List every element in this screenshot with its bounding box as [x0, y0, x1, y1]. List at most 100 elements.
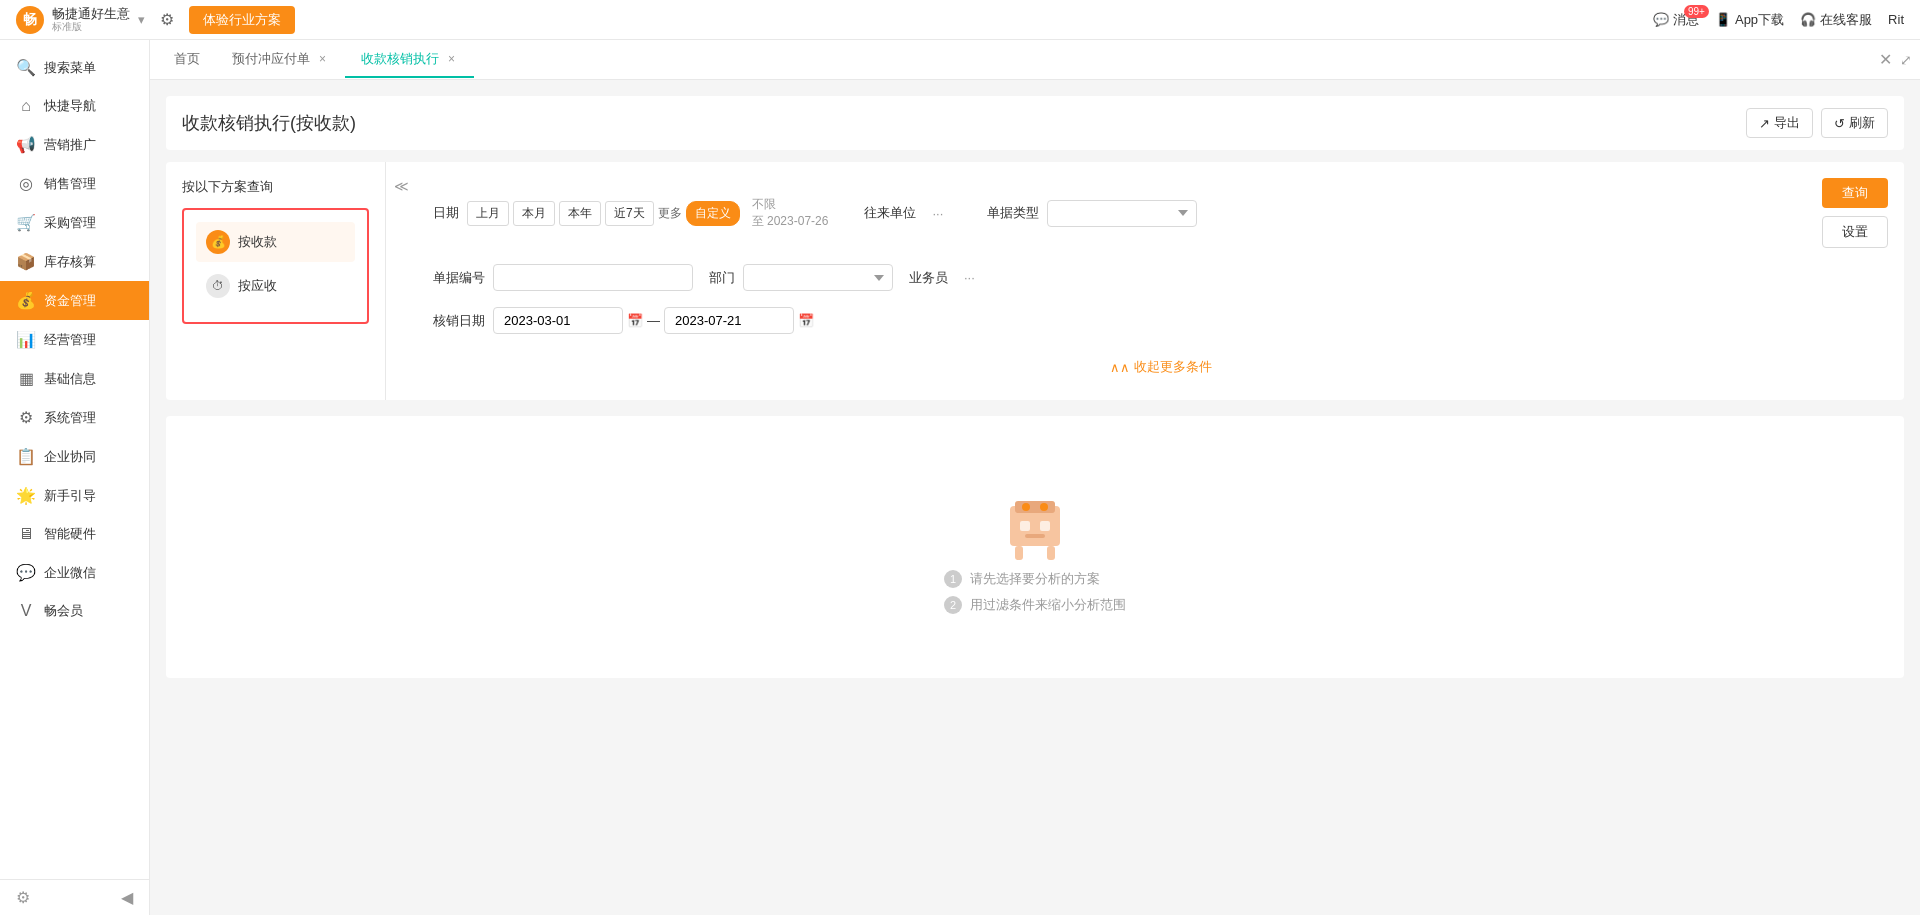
department-label: 部门 [709, 269, 735, 287]
collapse-sidebar-icon[interactable]: ◀ [121, 888, 133, 907]
collapse-more-btn[interactable]: ∧∧ 收起更多条件 [433, 350, 1888, 384]
app-download-button[interactable]: 📱 App下载 [1715, 11, 1784, 29]
search-icon: 🔍 [16, 58, 36, 77]
tab-receipt-writeoff-label: 收款核销执行 [361, 50, 439, 68]
basic-info-icon: ▦ [16, 369, 36, 388]
sidebar-item-wechat[interactable]: 💬 企业微信 [0, 553, 149, 592]
solution-button[interactable]: 体验行业方案 [189, 6, 295, 34]
filter-item-staff: 业务员 ··· [909, 269, 983, 287]
date-buttons: 上月 本月 本年 近7天 更多 自定义 [467, 201, 740, 226]
filter-area: 按以下方案查询 💰 按收款 ⏱ 按应收 ≪ [166, 162, 1904, 400]
inventory-icon: 📦 [16, 252, 36, 271]
topbar-right: 💬 消息 99+ 📱 App下载 🎧 在线客服 Rit [1653, 11, 1904, 29]
sidebar-label-quick-nav: 快捷导航 [44, 97, 96, 115]
sidebar-label-system: 系统管理 [44, 409, 96, 427]
date-label: 日期 [433, 204, 459, 222]
sidebar-item-operations[interactable]: 📊 经营管理 [0, 320, 149, 359]
marketing-icon: 📢 [16, 135, 36, 154]
bill-type-select[interactable] [1047, 200, 1197, 227]
tab-home[interactable]: 首页 [158, 42, 216, 78]
sidebar-item-member[interactable]: V 畅会员 [0, 592, 149, 630]
date-info: 不限 至 2023-07-26 [752, 196, 829, 230]
settings-bottom-icon[interactable]: ⚙ [16, 888, 30, 907]
empty-state: 1 请先选择要分析的方案 2 用过滤条件来缩小分析范围 [166, 416, 1904, 678]
empty-state-illustration [990, 476, 1080, 566]
dropdown-icon[interactable]: ▾ [138, 12, 145, 27]
close-all-tabs-icon[interactable]: ✕ [1879, 50, 1892, 69]
sidebar-label-wechat: 企业微信 [44, 564, 96, 582]
sidebar-item-enterprise[interactable]: 📋 企业协同 [0, 437, 149, 476]
sidebar-label-finance: 资金管理 [44, 292, 96, 310]
operations-icon: 📊 [16, 330, 36, 349]
date-btn-this-month[interactable]: 本月 [513, 201, 555, 226]
filter-item-writeoff-date: 核销日期 📅 — 📅 [433, 307, 814, 334]
sidebar-item-sales[interactable]: ◎ 销售管理 [0, 164, 149, 203]
filter-panel-collapse-btn[interactable]: ≪ [386, 162, 417, 400]
step-2-num: 2 [944, 596, 962, 614]
setting-button[interactable]: 设置 [1822, 216, 1888, 248]
filter-scheme-panel: 按以下方案查询 💰 按收款 ⏱ 按应收 [166, 162, 386, 400]
sidebar-label-purchase: 采购管理 [44, 214, 96, 232]
date-separator: — [647, 313, 660, 328]
staff-label: 业务员 [909, 269, 948, 287]
filter-form: 日期 上月 本月 本年 近7天 更多 自定义 [417, 162, 1904, 400]
filter-item-date: 日期 上月 本月 本年 近7天 更多 自定义 [433, 196, 828, 230]
writeoff-date-end-input[interactable] [664, 307, 794, 334]
page-content: 收款核销执行(按收款) ↗ 导出 ↺ 刷新 按以下方案查询 [150, 80, 1920, 915]
writeoff-date-start-input[interactable] [493, 307, 623, 334]
bill-no-input[interactable] [493, 264, 693, 291]
date-btn-custom[interactable]: 自定义 [686, 201, 740, 226]
brand-name: 畅捷通好生意 [52, 6, 130, 22]
filter-scheme-title: 按以下方案查询 [182, 178, 369, 196]
sidebar-item-finance[interactable]: 💰 资金管理 [0, 281, 149, 320]
sidebar-item-inventory[interactable]: 📦 库存核算 [0, 242, 149, 281]
tab-prepay[interactable]: 预付冲应付单 × [216, 42, 345, 78]
empty-steps: 1 请先选择要分析的方案 2 用过滤条件来缩小分析范围 [944, 566, 1126, 618]
date-until: 至 2023-07-26 [752, 213, 829, 230]
tab-receipt-writeoff-close[interactable]: × [445, 51, 458, 67]
svg-rect-7 [1015, 546, 1023, 560]
gear-icon[interactable]: ⚙ [153, 6, 181, 34]
sidebar-item-basic-info[interactable]: ▦ 基础信息 [0, 359, 149, 398]
sidebar-item-search-menu[interactable]: 🔍 搜索菜单 [0, 48, 149, 87]
user-info[interactable]: Rit [1888, 12, 1904, 27]
sidebar-item-guide[interactable]: 🌟 新手引导 [0, 476, 149, 515]
filter-main: 日期 上月 本月 本年 近7天 更多 自定义 [417, 162, 1904, 400]
calendar-start-icon[interactable]: 📅 [627, 313, 643, 328]
filter-item-bill-no: 单据编号 [433, 264, 693, 291]
sidebar-item-hardware[interactable]: 🖥 智能硬件 [0, 515, 149, 553]
hardware-icon: 🖥 [16, 525, 36, 543]
sidebar-label-member: 畅会员 [44, 602, 83, 620]
export-button[interactable]: ↗ 导出 [1746, 108, 1813, 138]
filter-option-by-receivable[interactable]: ⏱ 按应收 [196, 266, 355, 306]
tab-prepay-close[interactable]: × [316, 51, 329, 67]
counterparty-label: 往来单位 [864, 204, 916, 222]
query-button[interactable]: 查询 [1822, 178, 1888, 208]
expand-icon[interactable]: ⤢ [1900, 52, 1912, 68]
collapse-more-icon: ∧∧ [1110, 360, 1130, 375]
sidebar-item-quick-nav[interactable]: ⌂ 快捷导航 [0, 87, 149, 125]
date-btn-this-year[interactable]: 本年 [559, 201, 601, 226]
sidebar-bottom: ⚙ ◀ [0, 879, 149, 915]
action-buttons: 查询 设置 [1822, 178, 1888, 248]
sidebar-label-enterprise: 企业协同 [44, 448, 96, 466]
refresh-button[interactable]: ↺ 刷新 [1821, 108, 1888, 138]
date-btn-more[interactable]: 更多 [658, 205, 682, 222]
sidebar-label-hardware: 智能硬件 [44, 525, 96, 543]
sidebar-item-purchase[interactable]: 🛒 采购管理 [0, 203, 149, 242]
date-btn-last-month[interactable]: 上月 [467, 201, 509, 226]
date-btn-7days[interactable]: 近7天 [605, 201, 654, 226]
sidebar-menu: 🔍 搜索菜单 ⌂ 快捷导航 📢 营销推广 ◎ 销售管理 🛒 采购管理 📦 库 [0, 40, 149, 879]
tab-receipt-writeoff[interactable]: 收款核销执行 × [345, 42, 474, 78]
calendar-end-icon[interactable]: 📅 [798, 313, 814, 328]
online-service-button[interactable]: 🎧 在线客服 [1800, 11, 1872, 29]
filter-option-by-receipt[interactable]: 💰 按收款 [196, 222, 355, 262]
page-header: 收款核销执行(按收款) ↗ 导出 ↺ 刷新 [166, 96, 1904, 150]
sidebar-item-system[interactable]: ⚙ 系统管理 [0, 398, 149, 437]
main-layout: 🔍 搜索菜单 ⌂ 快捷导航 📢 营销推广 ◎ 销售管理 🛒 采购管理 📦 库 [0, 40, 1920, 915]
department-select[interactable] [743, 264, 893, 291]
svg-rect-4 [1020, 521, 1030, 531]
message-button[interactable]: 💬 消息 99+ [1653, 11, 1699, 29]
sidebar-item-marketing[interactable]: 📢 营销推广 [0, 125, 149, 164]
by-receivable-label: 按应收 [238, 277, 277, 295]
